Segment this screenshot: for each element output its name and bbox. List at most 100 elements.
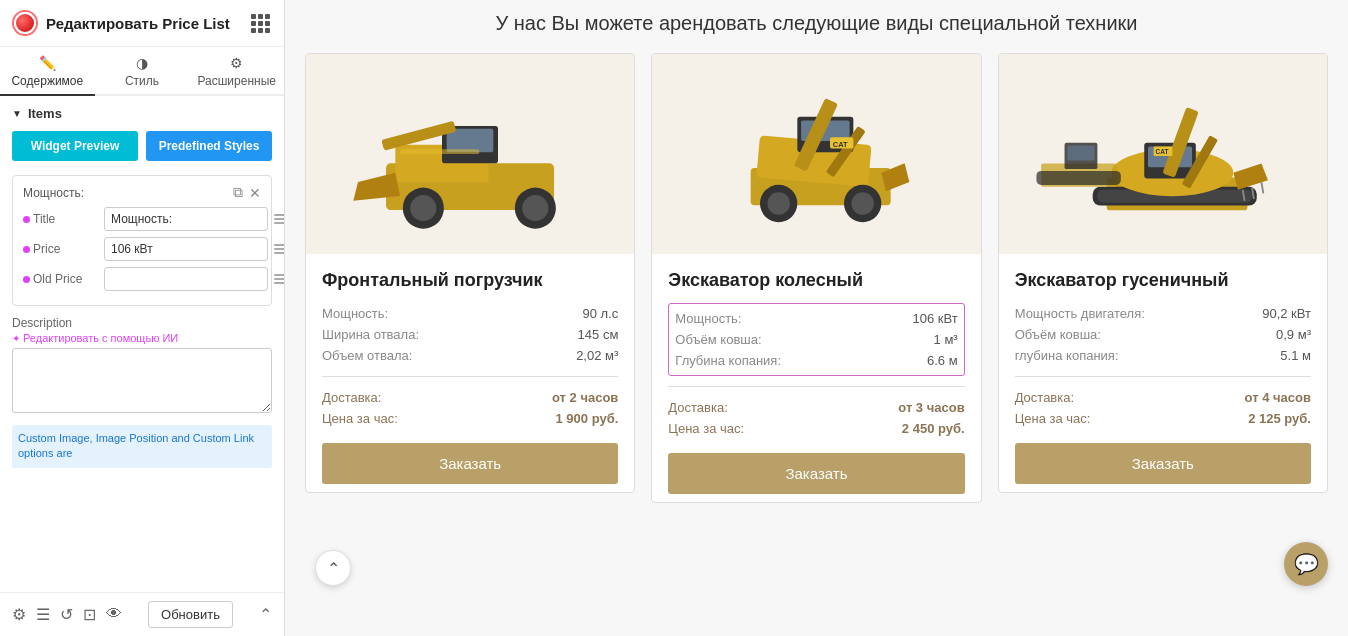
footer-chevron-icon[interactable]: ⌃ <box>259 605 272 624</box>
title-list-icon[interactable] <box>274 210 284 228</box>
spec-value: 145 см <box>485 324 618 345</box>
card-track-body: Экскаватор гусеничный Мощность двигателя… <box>999 254 1327 492</box>
settings-icon[interactable]: ⚙ <box>12 605 26 624</box>
price-value: 1 900 руб. <box>480 408 618 429</box>
old-price-field-label: Old Price <box>23 272 98 286</box>
svg-point-7 <box>410 195 436 221</box>
card-loader: Фронтальный погрузчик Мощность: 90 л.с Ш… <box>305 53 635 493</box>
price-table-loader: Доставка: от 2 часов Цена за час: 1 900 … <box>322 387 618 429</box>
close-icon[interactable]: ✕ <box>249 185 261 201</box>
field-group-actions: ⧉ ✕ <box>233 184 261 201</box>
order-button-loader[interactable]: Заказать <box>322 443 618 484</box>
svg-text:CAT: CAT <box>833 140 848 149</box>
tab-advanced-label: Расширенные <box>197 74 276 88</box>
delivery-value: от 3 часов <box>826 397 964 418</box>
spec-value: 90,2 кВт <box>1178 303 1311 324</box>
old-price-list-icon[interactable] <box>274 270 284 288</box>
right-content: У нас Вы можете арендовать следующие вид… <box>285 0 1348 636</box>
price-row: Доставка: от 3 часов <box>668 397 964 418</box>
price-row: Цена за час: 1 900 руб. <box>322 408 618 429</box>
grid-icon[interactable] <box>251 14 270 33</box>
eye-icon[interactable]: 👁 <box>106 605 122 624</box>
card-track-image: CAT <box>999 54 1327 254</box>
card-wheel-body: Экскаватор колесный Мощность: 106 кВт Об… <box>652 254 980 502</box>
delivery-value: от 2 часов <box>480 387 618 408</box>
section-arrow-icon[interactable]: ▼ <box>12 108 22 119</box>
widget-preview-button[interactable]: Widget Preview <box>12 131 138 161</box>
predefined-styles-button[interactable]: Predefined Styles <box>146 131 272 161</box>
tab-style-label: Стиль <box>125 74 159 88</box>
price-dot <box>23 246 30 253</box>
scroll-up-button[interactable]: ⌃ <box>315 550 351 586</box>
spec-row: Объём ковша: 1 м³ <box>675 329 957 350</box>
price-value: 2 125 руб. <box>1173 408 1311 429</box>
order-button-track[interactable]: Заказать <box>1015 443 1311 484</box>
spec-label: Объём ковша: <box>1015 324 1178 345</box>
layers-icon[interactable]: ☰ <box>36 605 50 624</box>
spec-label: Ширина отвала: <box>322 324 485 345</box>
old-price-input[interactable] <box>104 267 268 291</box>
svg-text:CAT: CAT <box>1155 148 1168 155</box>
duplicate-icon[interactable]: ⧉ <box>233 184 243 201</box>
title-field-row: Title <box>23 207 261 231</box>
ai-edit-link[interactable]: ✦ Редактировать с помощью ИИ <box>12 332 272 344</box>
spec-value: 6.6 м <box>831 350 958 371</box>
responsive-icon[interactable]: ⊡ <box>83 605 96 624</box>
spec-value: 1 м³ <box>831 329 958 350</box>
svg-rect-10 <box>400 149 479 154</box>
card-track-excavator: CAT Экскаватор гусеничный Мощность двига… <box>998 53 1328 493</box>
price-table-wheel: Доставка: от 3 часов Цена за час: 2 450 … <box>668 397 964 439</box>
action-buttons: Widget Preview Predefined Styles <box>12 131 272 161</box>
price-field-row: Price <box>23 237 261 261</box>
update-button[interactable]: Обновить <box>148 601 233 628</box>
gear-icon: ⚙ <box>230 55 243 71</box>
svg-rect-37 <box>1036 171 1120 185</box>
card-loader-title: Фронтальный погрузчик <box>322 270 618 291</box>
card-track-title: Экскаватор гусеничный <box>1015 270 1311 291</box>
panel-body: ▼ Items Widget Preview Predefined Styles… <box>0 96 284 592</box>
price-row: Доставка: от 2 часов <box>322 387 618 408</box>
chat-button[interactable]: 💬 <box>1284 542 1328 586</box>
title-input[interactable] <box>104 207 268 231</box>
cards-row: Фронтальный погрузчик Мощность: 90 л.с Ш… <box>305 53 1328 503</box>
spec-label: Мощность: <box>322 303 485 324</box>
price-row: Доставка: от 4 часов <box>1015 387 1311 408</box>
svg-rect-39 <box>1067 146 1094 161</box>
specs-table-loader: Мощность: 90 л.с Ширина отвала: 145 см О… <box>322 303 618 366</box>
spec-row: Объем отвала: 2,02 м³ <box>322 345 618 366</box>
order-button-wheel[interactable]: Заказать <box>668 453 964 494</box>
card-wheel-excavator: CAT Экскаватор колесный Мощность: 106 кВ… <box>651 53 981 503</box>
specs-table-wheel: Мощность: 106 кВт Объём ковша: 1 м³ Глуб… <box>675 308 957 371</box>
delivery-label: Доставка: <box>1015 387 1173 408</box>
history-icon[interactable]: ↺ <box>60 605 73 624</box>
track-excavator-svg: CAT <box>1013 69 1313 239</box>
tab-style[interactable]: ◑ Стиль <box>95 47 190 96</box>
price-row: Цена за час: 2 125 руб. <box>1015 408 1311 429</box>
price-label: Цена за час: <box>322 408 480 429</box>
svg-point-21 <box>852 192 874 214</box>
spec-row: Ширина отвала: 145 см <box>322 324 618 345</box>
price-input[interactable] <box>104 237 268 261</box>
specs-table-track: Мощность двигателя: 90,2 кВт Объём ковша… <box>1015 303 1311 366</box>
edit-icon: ✏️ <box>39 55 56 71</box>
price-list-icon[interactable] <box>274 240 284 258</box>
description-textarea[interactable] <box>12 348 272 413</box>
price-value: 2 450 руб. <box>826 418 964 439</box>
panel-title: Редактировать Price List <box>46 15 241 32</box>
tab-content[interactable]: ✏️ Содержимое <box>0 47 95 96</box>
svg-point-9 <box>522 195 548 221</box>
page-title: У нас Вы можете арендовать следующие вид… <box>305 0 1328 53</box>
delivery-label: Доставка: <box>322 387 480 408</box>
card-loader-image <box>306 54 634 254</box>
card-wheel-title: Экскаватор колесный <box>668 270 964 291</box>
panel-header: Редактировать Price List <box>0 0 284 47</box>
spec-value: 0,9 м³ <box>1178 324 1311 345</box>
title-field-label: Title <box>23 212 98 226</box>
tabs-row: ✏️ Содержимое ◑ Стиль ⚙ Расширенные <box>0 47 284 96</box>
old-price-dot <box>23 276 30 283</box>
spec-label: Объём ковша: <box>675 329 830 350</box>
tab-content-label: Содержимое <box>11 74 83 88</box>
tab-advanced[interactable]: ⚙ Расширенные <box>189 47 284 96</box>
spec-label: Глубина копания: <box>675 350 830 371</box>
info-text: Custom Image, Image Position and Custom … <box>12 425 272 468</box>
